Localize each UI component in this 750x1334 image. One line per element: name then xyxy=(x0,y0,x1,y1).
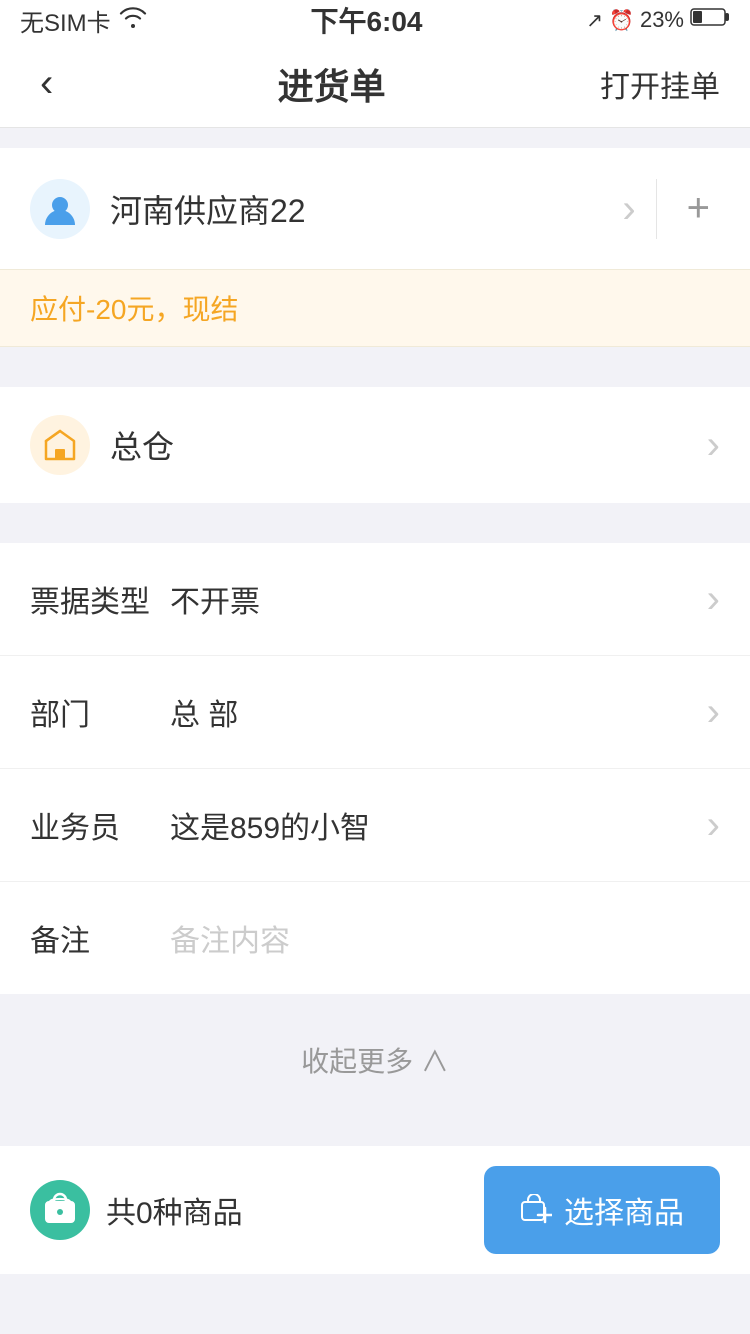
add-supplier-button[interactable]: + xyxy=(677,176,720,241)
department-label: 部门 xyxy=(30,690,170,734)
product-count-icon xyxy=(30,1180,90,1240)
gap-3 xyxy=(0,503,750,523)
back-button[interactable]: ‹ xyxy=(30,51,63,116)
sales-person-value: 这是859的小智 xyxy=(170,803,707,847)
warehouse-row[interactable]: 总仓 xyxy=(0,387,750,503)
battery-text: 23% xyxy=(640,7,684,33)
page-title: 进货单 xyxy=(278,58,386,110)
supplier-row[interactable]: 河南供应商22 + xyxy=(0,148,750,269)
bottom-left: 共0种商品 xyxy=(30,1180,243,1240)
product-count-text: 共0种商品 xyxy=(106,1188,243,1232)
main-content: 河南供应商22 + 应付-20元，现结 总仓 票据类型 xyxy=(0,128,750,1334)
warehouse-name: 总仓 xyxy=(110,422,707,468)
supplier-chevron-icon xyxy=(622,189,635,229)
department-value: 总 部 xyxy=(170,690,707,734)
invoice-type-value: 不开票 xyxy=(170,577,707,621)
alert-banner: 应付-20元，现结 xyxy=(0,269,750,347)
gap-1 xyxy=(0,128,750,148)
wifi-icon xyxy=(119,6,147,35)
status-bar-time: 下午6:04 xyxy=(310,0,422,40)
gap-2 xyxy=(0,347,750,367)
alarm-icon: ⏰ xyxy=(609,8,634,33)
select-product-button[interactable]: 选择商品 xyxy=(484,1166,720,1254)
carrier-text: 无SIM卡 xyxy=(20,3,111,38)
warehouse-chevron-icon xyxy=(707,425,720,465)
supplier-name: 河南供应商22 xyxy=(110,186,622,232)
department-row[interactable]: 部门 总 部 xyxy=(0,656,750,769)
collapse-button[interactable]: 收起更多 ∧ xyxy=(0,1014,750,1106)
status-bar-right: ↗ ⏰ 23% xyxy=(586,6,730,35)
invoice-type-row[interactable]: 票据类型 不开票 xyxy=(0,543,750,656)
invoice-type-chevron-icon xyxy=(707,579,720,619)
invoice-type-label: 票据类型 xyxy=(30,577,170,621)
open-pending-button[interactable]: 打开挂单 xyxy=(600,62,720,106)
status-bar: 无SIM卡 下午6:04 ↗ ⏰ 23% xyxy=(0,0,750,40)
sales-person-row[interactable]: 业务员 这是859的小智 xyxy=(0,769,750,882)
select-product-icon xyxy=(520,1194,552,1226)
warehouse-icon xyxy=(30,415,90,475)
divider xyxy=(656,179,657,239)
note-label: 备注 xyxy=(30,916,170,960)
gap-4 xyxy=(0,1106,750,1126)
sales-person-label: 业务员 xyxy=(30,803,170,847)
supplier-section: 河南供应商22 + 应付-20元，现结 xyxy=(0,148,750,347)
sales-person-chevron-icon xyxy=(707,805,720,845)
battery-icon xyxy=(690,6,730,35)
bottom-bar: 共0种商品 选择商品 xyxy=(0,1146,750,1274)
note-row[interactable]: 备注 备注内容 xyxy=(0,882,750,994)
nav-bar: ‹ 进货单 打开挂单 xyxy=(0,40,750,128)
supplier-avatar xyxy=(30,179,90,239)
note-input[interactable]: 备注内容 xyxy=(170,916,720,960)
warehouse-section: 总仓 xyxy=(0,387,750,503)
location-icon: ↗ xyxy=(586,8,603,33)
form-section: 票据类型 不开票 部门 总 部 业务员 这是859的小智 备注 备注内容 xyxy=(0,543,750,994)
status-bar-left: 无SIM卡 xyxy=(20,3,147,38)
select-product-label: 选择商品 xyxy=(564,1188,684,1232)
department-chevron-icon xyxy=(707,692,720,732)
